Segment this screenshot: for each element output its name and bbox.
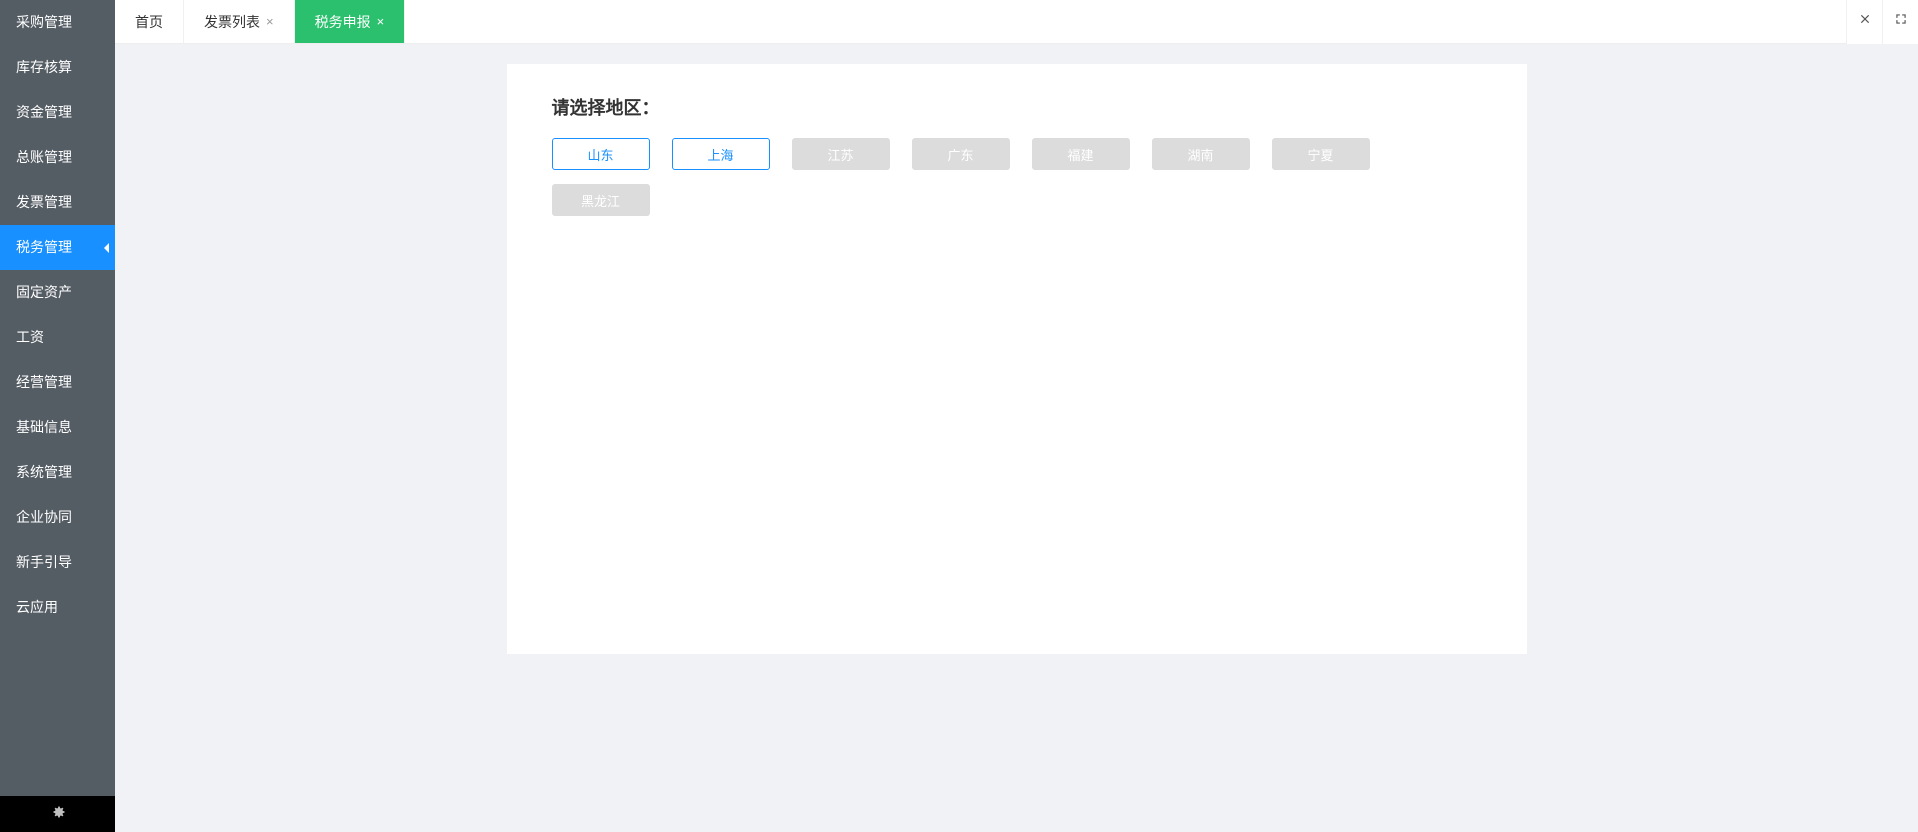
region-button[interactable]: 上海 — [672, 138, 770, 170]
sidebar-item[interactable]: 总账管理 — [0, 135, 115, 180]
gear-icon — [50, 804, 66, 825]
sidebar-settings-button[interactable] — [0, 796, 115, 832]
tabs-actions — [1846, 0, 1918, 43]
sidebar-item-label: 采购管理 — [16, 14, 72, 30]
region-label: 上海 — [707, 145, 733, 164]
main: 首页 发票列表 × 税务申报 × 请选择地区： 山东 上海 江苏 广东 福建 湖南 宁夏黑龙江 — [115, 0, 1918, 832]
sidebar-item-label: 云应用 — [16, 599, 58, 615]
sidebar-item[interactable]: 系统管理 — [0, 450, 115, 495]
sidebar-item-label: 总账管理 — [16, 149, 72, 165]
sidebar-item[interactable]: 企业协同 — [0, 495, 115, 540]
sidebar-item-label: 发票管理 — [16, 194, 72, 210]
sidebar-item-label: 系统管理 — [16, 464, 72, 480]
sidebar-item[interactable]: 基础信息 — [0, 405, 115, 450]
region-label: 广东 — [947, 145, 973, 164]
close-icon — [1858, 12, 1872, 31]
sidebar-item-label: 基础信息 — [16, 419, 72, 435]
sidebar: 采购管理库存核算资金管理总账管理发票管理税务管理固定资产工资经营管理基础信息系统… — [0, 0, 115, 832]
sidebar-item[interactable]: 工资 — [0, 315, 115, 360]
region-label: 黑龙江 — [581, 191, 620, 210]
region-label: 江苏 — [827, 145, 853, 164]
region-card: 请选择地区： 山东 上海 江苏 广东 福建 湖南 宁夏黑龙江 — [507, 64, 1527, 654]
region-button: 宁夏 — [1272, 138, 1370, 170]
sidebar-item[interactable]: 税务管理 — [0, 225, 115, 270]
tab[interactable]: 发票列表 × — [184, 0, 295, 43]
region-label: 福建 — [1067, 145, 1093, 164]
sidebar-item-label: 库存核算 — [16, 59, 72, 75]
region-button: 湖南 — [1152, 138, 1250, 170]
region-label: 山东 — [587, 145, 613, 164]
region-button: 福建 — [1032, 138, 1130, 170]
close-all-tabs-button[interactable] — [1846, 0, 1882, 44]
region-button: 黑龙江 — [552, 184, 650, 216]
sidebar-item[interactable]: 资金管理 — [0, 90, 115, 135]
sidebar-item-label: 税务管理 — [16, 239, 72, 255]
card-title: 请选择地区： — [552, 94, 1482, 120]
sidebar-items: 采购管理库存核算资金管理总账管理发票管理税务管理固定资产工资经营管理基础信息系统… — [0, 0, 115, 796]
sidebar-item[interactable]: 发票管理 — [0, 180, 115, 225]
region-label: 宁夏 — [1307, 145, 1333, 164]
sidebar-item[interactable]: 经营管理 — [0, 360, 115, 405]
region-label: 湖南 — [1187, 145, 1213, 164]
fullscreen-icon — [1894, 12, 1908, 31]
fullscreen-button[interactable] — [1882, 0, 1918, 44]
sidebar-item-label: 工资 — [16, 329, 44, 345]
close-icon[interactable]: × — [266, 15, 274, 28]
sidebar-item-label: 资金管理 — [16, 104, 72, 120]
sidebar-item[interactable]: 采购管理 — [0, 0, 115, 45]
sidebar-item-label: 经营管理 — [16, 374, 72, 390]
sidebar-item[interactable]: 库存核算 — [0, 45, 115, 90]
tab-label: 税务申报 — [315, 12, 371, 32]
tab[interactable]: 税务申报 × — [295, 0, 406, 43]
tabs: 首页 发票列表 × 税务申报 × — [115, 0, 405, 43]
sidebar-item-label: 固定资产 — [16, 284, 72, 300]
region-button[interactable]: 山东 — [552, 138, 650, 170]
sidebar-item[interactable]: 新手引导 — [0, 540, 115, 585]
tabs-bar: 首页 发票列表 × 税务申报 × — [115, 0, 1918, 44]
region-button: 广东 — [912, 138, 1010, 170]
sidebar-item-label: 企业协同 — [16, 509, 72, 525]
sidebar-item[interactable]: 固定资产 — [0, 270, 115, 315]
sidebar-item[interactable]: 云应用 — [0, 585, 115, 630]
region-button: 江苏 — [792, 138, 890, 170]
tab-label: 首页 — [135, 12, 163, 32]
content-wrap: 请选择地区： 山东 上海 江苏 广东 福建 湖南 宁夏黑龙江 — [115, 44, 1918, 832]
region-grid: 山东 上海 江苏 广东 福建 湖南 宁夏黑龙江 — [552, 138, 1482, 216]
tab[interactable]: 首页 — [115, 0, 184, 43]
close-icon[interactable]: × — [377, 15, 385, 28]
tab-label: 发票列表 — [204, 12, 260, 32]
sidebar-item-label: 新手引导 — [16, 554, 72, 570]
